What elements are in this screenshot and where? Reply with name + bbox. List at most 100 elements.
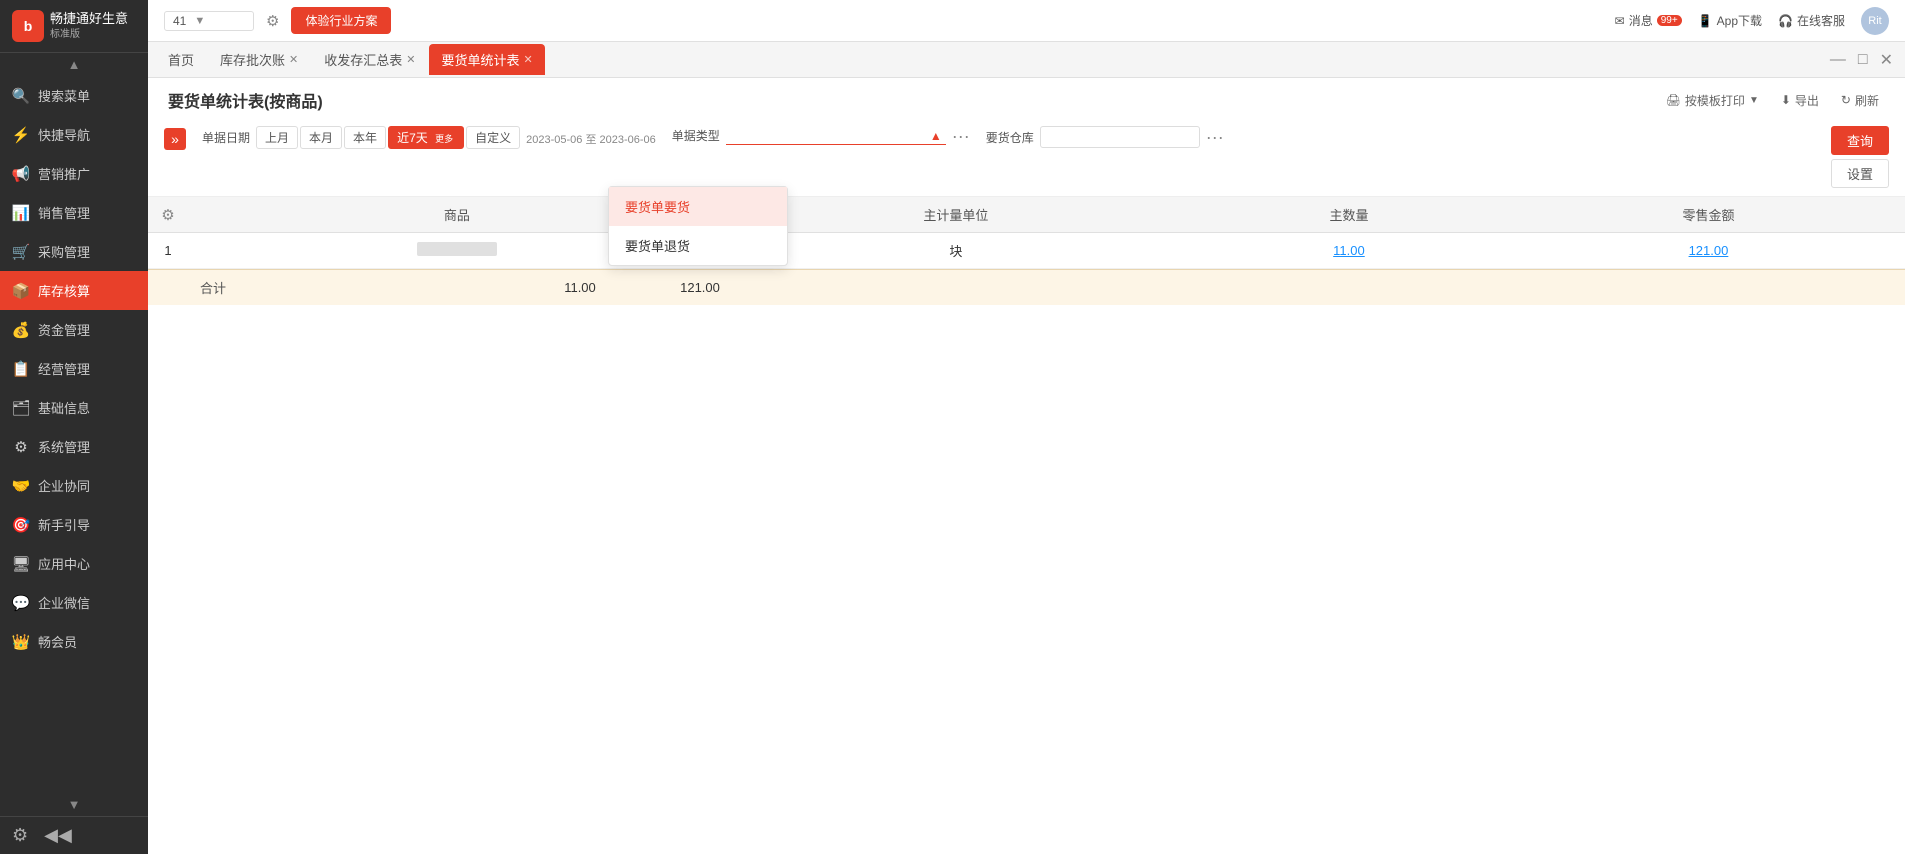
search-icon: 🔍 xyxy=(12,87,30,105)
page-header: 要货单统计表(按商品) 🖨 按模板打印 ▼ ⬇ 导出 ↻ 刷新 xyxy=(148,78,1905,118)
collapse-sidebar-icon[interactable]: ◀◀ xyxy=(44,825,72,846)
tab-order-stats-label: 要货单统计表 xyxy=(441,50,519,69)
sidebar-item-label: 经营管理 xyxy=(38,359,90,378)
sidebar-item-sales[interactable]: 📊 销售管理 xyxy=(0,193,148,232)
filter-toggle-btn[interactable]: » xyxy=(164,128,186,150)
online-service-btn[interactable]: 🎧 在线客服 xyxy=(1778,12,1845,29)
table-settings-icon[interactable]: ⚙ xyxy=(161,207,174,224)
sidebar-scroll-down[interactable]: ▼ xyxy=(0,793,148,816)
app-download-btn[interactable]: 📱 App下载 xyxy=(1698,12,1762,29)
sidebar-item-guide[interactable]: 🎯 新手引导 xyxy=(0,505,148,544)
date-btn-last-month[interactable]: 上月 xyxy=(256,126,298,149)
message-icon: ✉ xyxy=(1615,14,1625,28)
user-avatar-btn[interactable]: Rit xyxy=(1861,7,1889,35)
tab-inventory-batch-label: 库存批次账 xyxy=(220,50,285,69)
headset-icon: 🎧 xyxy=(1778,14,1793,28)
messages-btn[interactable]: ✉ 消息 99+ xyxy=(1615,12,1682,29)
cart-icon: 🛒 xyxy=(12,243,30,261)
sidebar-item-finance[interactable]: 💰 资金管理 xyxy=(0,310,148,349)
sidebar-scroll-up[interactable]: ▲ xyxy=(0,53,148,76)
dropdown-item-order-goods[interactable]: 要货单要货 xyxy=(609,187,787,226)
sidebar-item-label: 营销推广 xyxy=(38,164,90,183)
window-maximize-btn[interactable]: □ xyxy=(1854,49,1872,71)
sidebar-item-label: 企业微信 xyxy=(38,593,90,612)
header-settings-icon[interactable]: ⚙ xyxy=(266,12,279,30)
app-name: 畅捷通好生意 xyxy=(50,11,128,28)
trial-button[interactable]: 体验行业方案 xyxy=(291,7,391,34)
sidebar-item-operations[interactable]: 📋 经营管理 xyxy=(0,349,148,388)
type-chevron-icon[interactable]: ▲ xyxy=(930,129,942,143)
tab-inventory-batch-close[interactable]: ✕ xyxy=(289,53,298,66)
desktop-icon: 🖥 xyxy=(12,555,30,573)
warehouse-more-btn[interactable]: ··· xyxy=(1206,128,1224,146)
table-col-settings: ⚙ xyxy=(148,197,188,233)
print-label: 按模板打印 xyxy=(1685,92,1745,109)
messages-label: 消息 xyxy=(1629,12,1653,29)
settings-bottom-icon[interactable]: ⚙ xyxy=(12,825,28,846)
quantity-link[interactable]: 11.00 xyxy=(1333,243,1365,258)
crown-icon: 👑 xyxy=(12,633,30,651)
footer-quantity: 11.00 xyxy=(520,280,640,295)
tab-selector[interactable]: 41 ▼ xyxy=(164,11,254,31)
tab-inventory-batch[interactable]: 库存批次账 ✕ xyxy=(208,44,310,75)
sidebar-item-label: 快捷导航 xyxy=(38,125,90,144)
target-icon: 🎯 xyxy=(12,516,30,534)
sidebar-item-vip[interactable]: 👑 畅会员 xyxy=(0,622,148,661)
dropdown-item-order-return[interactable]: 要货单退货 xyxy=(609,226,787,265)
amount-link[interactable]: 121.00 xyxy=(1689,243,1729,258)
sidebar-nav: 🔍 搜索菜单 ⚡ 快捷导航 📢 营销推广 📊 销售管理 🛒 采购管理 📦 库存核… xyxy=(0,76,148,793)
megaphone-icon: 📢 xyxy=(12,165,30,183)
table-body: 1 块 11.00 xyxy=(148,233,1905,269)
table-col-quantity: 主数量 xyxy=(1186,197,1512,233)
sidebar-item-quicknav[interactable]: ⚡ 快捷导航 xyxy=(0,115,148,154)
print-chevron: ▼ xyxy=(1749,95,1759,106)
sidebar-item-search[interactable]: 🔍 搜索菜单 xyxy=(0,76,148,115)
refresh-label: 刷新 xyxy=(1855,92,1879,109)
lightning-icon: ⚡ xyxy=(12,126,30,144)
date-btn-recent7[interactable]: 近7天 更多 xyxy=(388,126,464,149)
filter-bar: » 单据日期 上月 本月 本年 近7天 更多 自定义 2023-05-06 至 … xyxy=(148,118,1905,197)
print-btn[interactable]: 🖨 按模板打印 ▼ xyxy=(1660,89,1765,112)
tab-order-stats-close[interactable]: ✕ xyxy=(524,53,533,66)
warehouse-filter-input[interactable] xyxy=(1040,126,1200,148)
sidebar-item-marketing[interactable]: 📢 营销推广 xyxy=(0,154,148,193)
export-btn[interactable]: ⬇ 导出 xyxy=(1775,89,1825,112)
page-actions: 🖨 按模板打印 ▼ ⬇ 导出 ↻ 刷新 xyxy=(1660,89,1885,112)
avatar-initials: Rit xyxy=(1868,15,1881,27)
sidebar-item-collab[interactable]: 🤝 企业协同 xyxy=(0,466,148,505)
tab-home[interactable]: 首页 xyxy=(156,44,206,75)
sidebar-item-inventory[interactable]: 📦 库存核算 xyxy=(0,271,148,310)
tab-order-stats[interactable]: 要货单统计表 ✕ xyxy=(429,44,544,75)
date-filter-label: 单据日期 xyxy=(202,129,250,146)
warehouse-filter-label: 要货仓库 xyxy=(986,129,1034,146)
sidebar-item-apps[interactable]: 🖥 应用中心 xyxy=(0,544,148,583)
gear-icon: ⚙ xyxy=(12,438,30,456)
date-btn-this-year[interactable]: 本年 xyxy=(344,126,386,149)
app-header: 41 ▼ ⚙ 体验行业方案 ✉ 消息 99+ 📱 App下载 🎧 在线客服 Ri… xyxy=(148,0,1905,42)
app-download-label: App下载 xyxy=(1717,12,1762,29)
table-cell-amount: 121.00 xyxy=(1512,233,1905,269)
tab-recv-summary-close[interactable]: ✕ xyxy=(406,53,415,66)
logo-icon: b xyxy=(12,10,44,42)
sidebar-item-basic[interactable]: 🗂 基础信息 xyxy=(0,388,148,427)
date-btn-this-month[interactable]: 本月 xyxy=(300,126,342,149)
sidebar-item-purchase[interactable]: 🛒 采购管理 xyxy=(0,232,148,271)
query-button[interactable]: 查询 xyxy=(1831,126,1889,155)
sidebar-item-system[interactable]: ⚙ 系统管理 xyxy=(0,427,148,466)
date-btn-custom[interactable]: 自定义 xyxy=(466,126,520,149)
header-right-area: ✉ 消息 99+ 📱 App下载 🎧 在线客服 Rit xyxy=(1615,7,1889,35)
set-button[interactable]: 设置 xyxy=(1831,159,1889,188)
refresh-btn[interactable]: ↻ 刷新 xyxy=(1835,89,1885,112)
type-filter-input[interactable] xyxy=(726,126,946,145)
window-minimize-btn[interactable]: — xyxy=(1826,49,1850,71)
table-header-row: ⚙ 商品 主计量单位 主数量 零售金额 xyxy=(148,197,1905,233)
data-table-container: ⚙ 商品 主计量单位 主数量 零售金额 xyxy=(148,197,1905,269)
sidebar-item-wechat[interactable]: 💬 企业微信 xyxy=(0,583,148,622)
table-cell-unit: 块 xyxy=(726,233,1186,269)
window-close-btn[interactable]: ✕ xyxy=(1876,48,1897,72)
tab-recv-summary[interactable]: 收发存汇总表 ✕ xyxy=(312,44,427,75)
type-more-btn[interactable]: ··· xyxy=(952,127,970,145)
tab-selector-value: 41 xyxy=(173,14,186,28)
tab-home-label: 首页 xyxy=(168,50,194,69)
sidebar-item-label: 采购管理 xyxy=(38,242,90,261)
